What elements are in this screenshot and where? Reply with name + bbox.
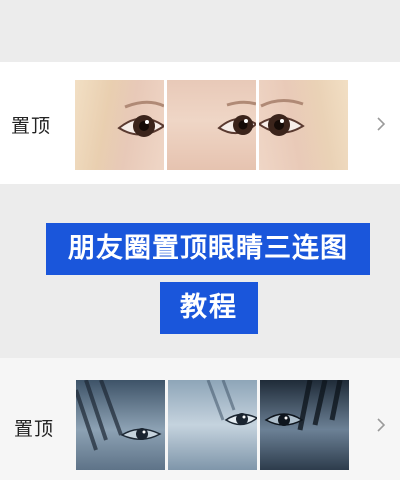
eye-graphic: [264, 380, 343, 431]
eye-tile-middle[interactable]: [168, 380, 257, 470]
eye-triptych[interactable]: [75, 80, 348, 170]
eye-tile-right[interactable]: [260, 380, 349, 470]
eye-graphic: [217, 100, 256, 135]
pinned-row-2[interactable]: 置顶: [0, 358, 400, 480]
eye-graphic: [76, 380, 162, 451]
title-banner-line2: 教程: [160, 282, 258, 334]
title-banner-line1: 朋友圈置顶眼睛三连图: [46, 223, 370, 275]
eye-tile-left[interactable]: [76, 380, 165, 470]
eye-tile-middle[interactable]: [167, 80, 256, 170]
eye-tile-right[interactable]: [259, 80, 348, 170]
chevron-right-icon[interactable]: [372, 416, 390, 434]
pinned-label: 置顶: [14, 418, 55, 440]
eye-graphic: [259, 99, 305, 136]
eye-graphic: [206, 380, 257, 426]
pinned-label: 置顶: [11, 115, 52, 137]
pinned-row-1[interactable]: 置顶: [0, 62, 400, 184]
eye-tile-left[interactable]: [75, 80, 164, 170]
eye-triptych[interactable]: [76, 380, 349, 470]
eye-graphic: [117, 100, 164, 137]
chevron-right-icon[interactable]: [372, 115, 390, 133]
